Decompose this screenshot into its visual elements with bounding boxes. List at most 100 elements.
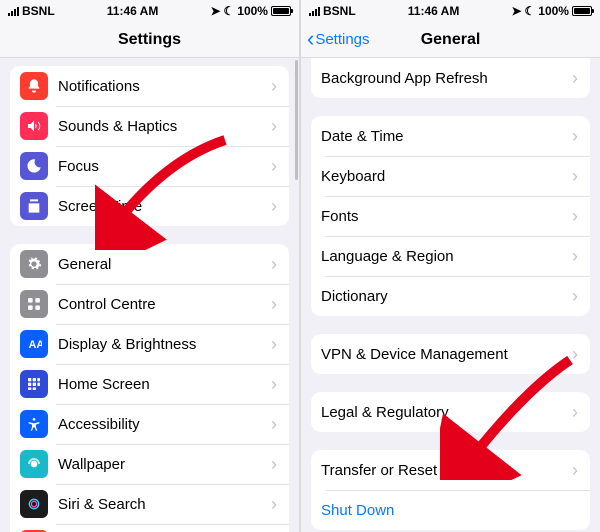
clock-label: 11:46 AM — [107, 4, 159, 18]
chevron-right-icon: › — [572, 246, 578, 267]
row-label: Siri & Search — [58, 496, 271, 513]
signal-icon — [309, 7, 320, 16]
page-title: General — [421, 31, 481, 49]
row-notifications[interactable]: Notifications › — [10, 66, 289, 106]
chevron-right-icon: › — [572, 166, 578, 187]
row-label: VPN & Device Management — [321, 346, 572, 363]
row-focus[interactable]: Focus › — [10, 146, 289, 186]
row-label: Control Centre — [58, 296, 271, 313]
chevron-right-icon: › — [572, 126, 578, 147]
status-bar: BSNL 11:46 AM ➤ ☾ 100% — [301, 0, 600, 22]
row-home-screen[interactable]: Home Screen › — [10, 364, 289, 404]
moon-icon: ☾ — [525, 4, 536, 18]
chevron-right-icon: › — [572, 344, 578, 365]
row-label: Notifications — [58, 78, 271, 95]
row-label: Accessibility — [58, 416, 271, 433]
row-display-brightness[interactable]: AA Display & Brightness › — [10, 324, 289, 364]
row-label: Dictionary — [321, 288, 572, 305]
chevron-right-icon: › — [271, 374, 277, 395]
row-touchid-passcode[interactable]: Touch ID & Passcode › — [10, 524, 289, 532]
accessibility-icon — [20, 410, 48, 438]
battery-icon — [572, 6, 592, 16]
row-shut-down[interactable]: Shut Down — [311, 490, 590, 530]
chevron-right-icon: › — [572, 286, 578, 307]
row-background-app-refresh[interactable]: Background App Refresh › — [311, 58, 590, 98]
row-legal-regulatory[interactable]: Legal & Regulatory › — [311, 392, 590, 432]
row-keyboard[interactable]: Keyboard › — [311, 156, 590, 196]
row-general[interactable]: General › — [10, 244, 289, 284]
row-transfer-reset[interactable]: Transfer or Reset iPhone › — [311, 450, 590, 490]
general-list[interactable]: Background App Refresh › Date & Time › K… — [301, 58, 600, 532]
chevron-right-icon: › — [271, 294, 277, 315]
row-label: Background App Refresh — [321, 70, 572, 87]
controlcentre-icon — [20, 290, 48, 318]
location-icon: ➤ — [511, 4, 521, 18]
chevron-right-icon: › — [572, 206, 578, 227]
settings-screen: BSNL 11:46 AM ➤ ☾ 100% Settings Notifica… — [0, 0, 299, 532]
nav-bar: ‹ Settings General — [301, 22, 600, 58]
chevron-right-icon: › — [572, 402, 578, 423]
chevron-right-icon: › — [271, 156, 277, 177]
nav-bar: Settings — [0, 22, 299, 58]
status-bar: BSNL 11:46 AM ➤ ☾ 100% — [0, 0, 299, 22]
row-language-region[interactable]: Language & Region › — [311, 236, 590, 276]
siri-icon — [20, 490, 48, 518]
general-icon — [20, 250, 48, 278]
battery-icon — [271, 6, 291, 16]
chevron-right-icon: › — [271, 196, 277, 217]
chevron-left-icon: ‹ — [307, 28, 314, 50]
chevron-right-icon: › — [271, 454, 277, 475]
row-label: Screen Time — [58, 198, 271, 215]
signal-icon — [8, 7, 19, 16]
back-label: Settings — [315, 31, 369, 48]
row-dictionary[interactable]: Dictionary › — [311, 276, 590, 316]
moon-icon: ☾ — [224, 4, 235, 18]
row-siri-search[interactable]: Siri & Search › — [10, 484, 289, 524]
display-icon: AA — [20, 330, 48, 358]
row-label: General — [58, 256, 271, 273]
sounds-icon — [20, 112, 48, 140]
general-screen: BSNL 11:46 AM ➤ ☾ 100% ‹ Settings Genera… — [299, 0, 600, 532]
chevron-right-icon: › — [271, 414, 277, 435]
chevron-right-icon: › — [271, 254, 277, 275]
row-screen-time[interactable]: Screen Time › — [10, 186, 289, 226]
row-label: Display & Brightness — [58, 336, 271, 353]
page-title: Settings — [118, 31, 181, 49]
notifications-icon — [20, 72, 48, 100]
row-label: Wallpaper — [58, 456, 271, 473]
svg-text:AA: AA — [29, 339, 42, 351]
location-icon: ➤ — [210, 4, 220, 18]
carrier-label: BSNL — [22, 4, 55, 18]
row-label: Shut Down — [321, 502, 578, 519]
row-label: Legal & Regulatory — [321, 404, 572, 421]
homescreen-icon — [20, 370, 48, 398]
settings-list[interactable]: Notifications › Sounds & Haptics › Focus… — [0, 58, 299, 532]
battery-pct: 100% — [538, 4, 569, 18]
row-fonts[interactable]: Fonts › — [311, 196, 590, 236]
row-label: Language & Region — [321, 248, 572, 265]
row-vpn-device-management[interactable]: VPN & Device Management › — [311, 334, 590, 374]
focus-icon — [20, 152, 48, 180]
chevron-right-icon: › — [271, 116, 277, 137]
row-label: Focus — [58, 158, 271, 175]
wallpaper-icon — [20, 450, 48, 478]
row-label: Transfer or Reset iPhone — [321, 462, 572, 479]
row-sounds-haptics[interactable]: Sounds & Haptics › — [10, 106, 289, 146]
row-label: Home Screen — [58, 376, 271, 393]
row-date-time[interactable]: Date & Time › — [311, 116, 590, 156]
row-wallpaper[interactable]: Wallpaper › — [10, 444, 289, 484]
row-label: Fonts — [321, 208, 572, 225]
screentime-icon — [20, 192, 48, 220]
chevron-right-icon: › — [271, 334, 277, 355]
back-button[interactable]: ‹ Settings — [307, 29, 370, 51]
chevron-right-icon: › — [572, 460, 578, 481]
scrollbar[interactable] — [295, 60, 298, 180]
row-control-centre[interactable]: Control Centre › — [10, 284, 289, 324]
row-accessibility[interactable]: Accessibility › — [10, 404, 289, 444]
clock-label: 11:46 AM — [408, 4, 460, 18]
row-label: Keyboard — [321, 168, 572, 185]
carrier-label: BSNL — [323, 4, 356, 18]
chevron-right-icon: › — [572, 68, 578, 89]
chevron-right-icon: › — [271, 494, 277, 515]
battery-pct: 100% — [237, 4, 268, 18]
